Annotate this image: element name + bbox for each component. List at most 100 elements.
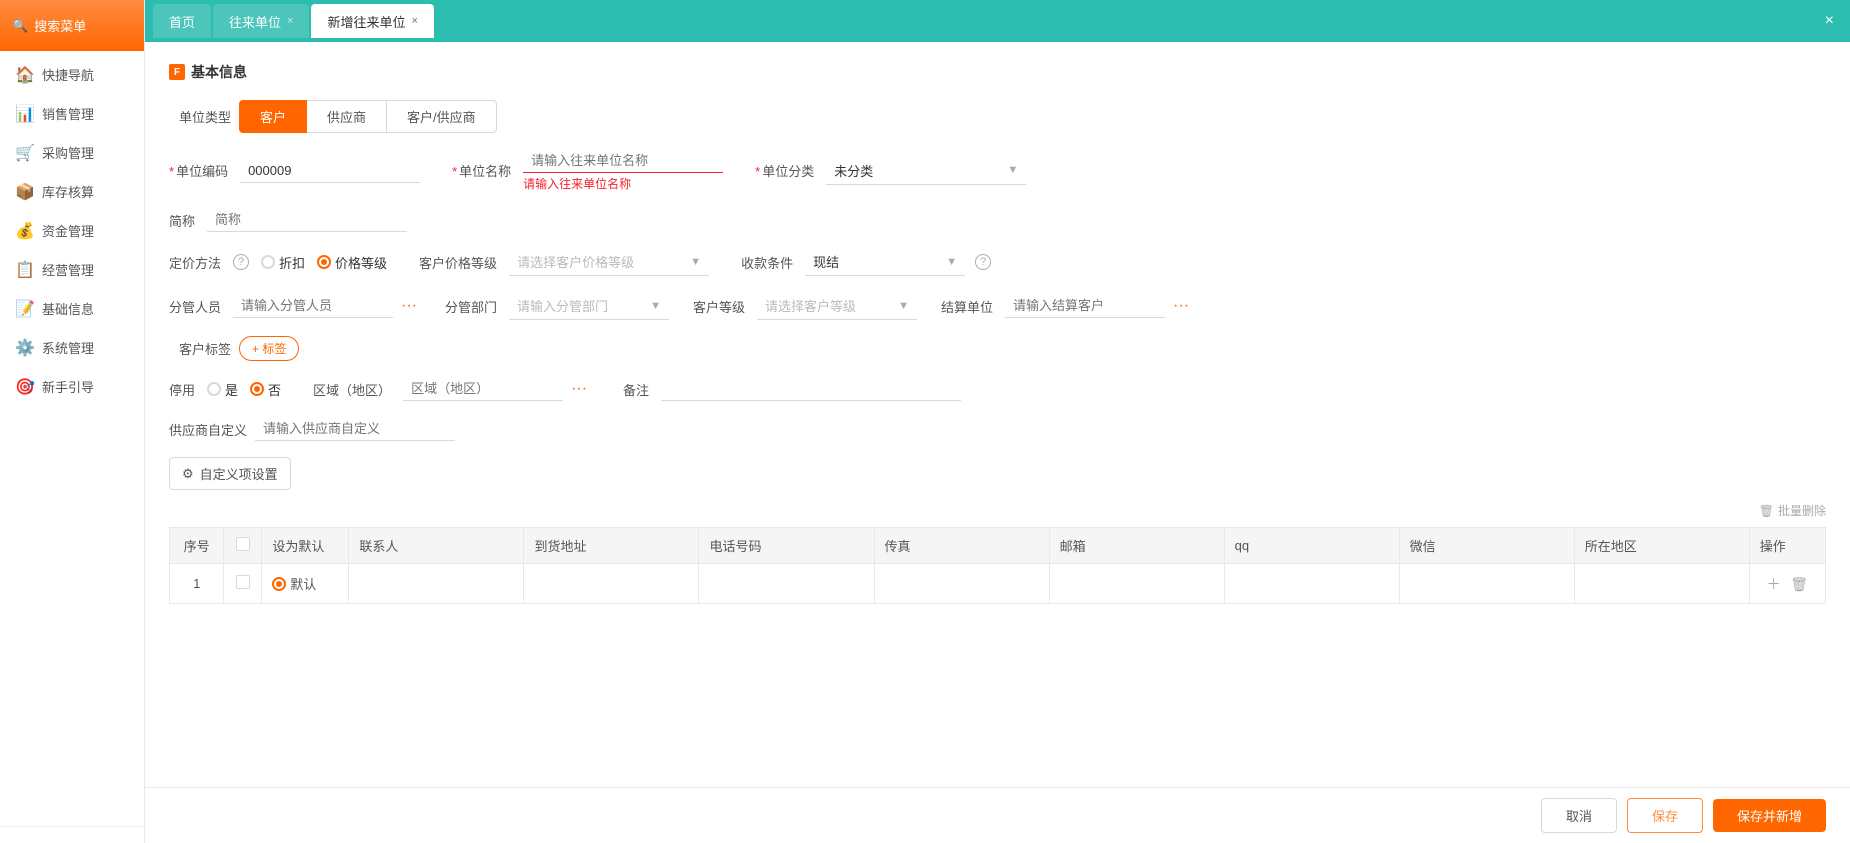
save-new-button[interactable]: 保存并新增: [1713, 799, 1826, 832]
region-more-icon[interactable]: ···: [567, 380, 591, 398]
cell-action: ＋ 🗑: [1749, 564, 1825, 604]
radio-discount[interactable]: 折扣: [261, 253, 305, 272]
th-action: 操作: [1749, 528, 1825, 564]
cell-qq[interactable]: [1224, 564, 1399, 604]
sidebar-item-label: 库存核算: [42, 182, 94, 201]
sidebar-item-system[interactable]: ⚙️系统管理: [0, 328, 144, 367]
sidebar-item-finance[interactable]: 💰资金管理: [0, 211, 144, 250]
dept-group: 分管部门 请输入分管部门 ▼: [445, 292, 669, 320]
save-button[interactable]: 保存: [1627, 798, 1703, 833]
radio-no[interactable]: 否: [250, 380, 281, 399]
dept-arrow: ▼: [650, 300, 661, 312]
th-index: 序号: [170, 528, 224, 564]
contact-input[interactable]: [359, 572, 513, 595]
sidebar-item-quick-nav[interactable]: 🏠快捷导航: [0, 55, 144, 94]
tab-home[interactable]: 首页: [153, 4, 211, 38]
sidebar-item-purchase[interactable]: 🛒 采购管理: [0, 133, 144, 172]
custom-settings-button[interactable]: ⚙ 自定义项设置: [169, 457, 291, 490]
fax-input[interactable]: [885, 572, 1039, 595]
row-checkbox[interactable]: [236, 575, 250, 589]
unit-category-arrow: ▼: [1007, 164, 1018, 176]
dept-select[interactable]: 请输入分管部门 ▼: [509, 292, 669, 320]
tab-partners-close[interactable]: ×: [287, 15, 293, 27]
tab-new-partner-close[interactable]: ×: [411, 15, 417, 27]
customer-price-label: 客户价格等级: [419, 253, 505, 272]
add-row-icon[interactable]: ＋: [1764, 576, 1784, 592]
cell-wechat[interactable]: [1399, 564, 1574, 604]
th-address: 到货地址: [524, 528, 699, 564]
cancel-button[interactable]: 取消: [1541, 798, 1617, 833]
pricing-method-label: 定价方法: [169, 253, 229, 272]
type-btn-customer[interactable]: 客户: [239, 100, 307, 133]
radio-no-circle: [250, 382, 264, 396]
settlement-group: 结算单位 ···: [941, 294, 1193, 318]
th-region: 所在地区: [1574, 528, 1749, 564]
cell-contact[interactable]: [349, 564, 524, 604]
radio-yes[interactable]: 是: [207, 380, 238, 399]
region-label: 区域（地区）: [313, 380, 399, 399]
supplier-custom-input[interactable]: [255, 417, 455, 441]
payment-terms-select[interactable]: 现结 ▼: [805, 248, 965, 276]
cell-region[interactable]: [1574, 564, 1749, 604]
payment-terms-arrow: ▼: [946, 256, 957, 268]
sidebar-bottom: [0, 826, 144, 843]
unit-name-input[interactable]: [523, 149, 723, 173]
pricing-help-icon[interactable]: ?: [233, 254, 249, 270]
tab-new-partner[interactable]: 新增往来单位 ×: [311, 4, 433, 38]
sidebar-item-label: 经营管理: [42, 260, 94, 279]
cell-index: 1: [170, 564, 224, 604]
window-close-button[interactable]: ×: [1817, 8, 1842, 34]
manager-input[interactable]: [233, 294, 393, 318]
tab-partners[interactable]: 往来单位 ×: [213, 4, 309, 38]
radio-price-level[interactable]: 价格等级: [317, 253, 387, 272]
cell-phone[interactable]: [699, 564, 874, 604]
cell-email[interactable]: [1049, 564, 1224, 604]
type-btn-supplier[interactable]: 供应商: [307, 100, 387, 133]
region-input[interactable]: [403, 377, 563, 401]
address-input[interactable]: [534, 572, 688, 595]
phone-input[interactable]: [709, 572, 863, 595]
customer-level-select[interactable]: 请选择客户等级 ▼: [757, 292, 917, 320]
dept-label: 分管部门: [445, 297, 505, 316]
header-checkbox[interactable]: [236, 537, 250, 551]
delete-row-icon[interactable]: 🗑: [1787, 576, 1811, 592]
operation-icon: 📋: [16, 261, 34, 279]
unit-category-select[interactable]: 未分类 ▼: [826, 157, 1026, 185]
email-input[interactable]: [1060, 572, 1214, 595]
sidebar-item-sales[interactable]: 📊销售管理: [0, 94, 144, 133]
table-row: 1 默认: [170, 564, 1826, 604]
sidebar-item-label: 资金管理: [42, 221, 94, 240]
purchase-icon: 🛒: [16, 144, 34, 162]
settlement-more-icon[interactable]: ···: [1169, 297, 1193, 315]
batch-delete-button[interactable]: 🗑 批量删除: [169, 502, 1826, 519]
settlement-input[interactable]: [1005, 294, 1165, 318]
add-tag-button[interactable]: + 标签: [239, 336, 299, 361]
th-phone: 电话号码: [699, 528, 874, 564]
payment-terms-help-icon[interactable]: ?: [975, 254, 991, 270]
customer-level-group: 客户等级 请选择客户等级 ▼: [693, 292, 917, 320]
type-btn-both[interactable]: 客户/供应商: [387, 100, 497, 133]
qq-input[interactable]: [1235, 572, 1389, 595]
pricing-radio-group: 折扣 价格等级: [261, 253, 387, 272]
cell-address[interactable]: [524, 564, 699, 604]
main-area: 首页 往来单位 × 新增往来单位 × × F 基本信息 单位类型 客户 供应商 …: [145, 0, 1850, 843]
sidebar-item-guide[interactable]: 🎯新手引导: [0, 367, 144, 406]
radio-default[interactable]: 默认: [272, 574, 338, 593]
radio-yes-circle: [207, 382, 221, 396]
inventory-icon: 📦: [16, 183, 34, 201]
unit-code-input[interactable]: [240, 159, 420, 183]
section-title: 基本信息: [191, 62, 247, 82]
search-menu-button[interactable]: 🔍 搜索菜单: [0, 8, 144, 43]
sidebar-item-operation[interactable]: 📋 经营管理: [0, 250, 144, 289]
sidebar-item-label: 采购管理: [42, 143, 94, 162]
sidebar-item-basic-info[interactable]: 📝基础信息: [0, 289, 144, 328]
short-name-input[interactable]: [207, 208, 407, 232]
region-tbl-input[interactable]: [1585, 572, 1739, 595]
note-input[interactable]: [661, 377, 961, 401]
customer-price-select[interactable]: 请选择客户价格等级 ▼: [509, 248, 709, 276]
payment-terms-label: 收款条件: [741, 253, 801, 272]
cell-fax[interactable]: [874, 564, 1049, 604]
sidebar-item-inventory[interactable]: 📦 库存核算: [0, 172, 144, 211]
manager-more-icon[interactable]: ···: [397, 297, 421, 315]
wechat-input[interactable]: [1410, 572, 1564, 595]
